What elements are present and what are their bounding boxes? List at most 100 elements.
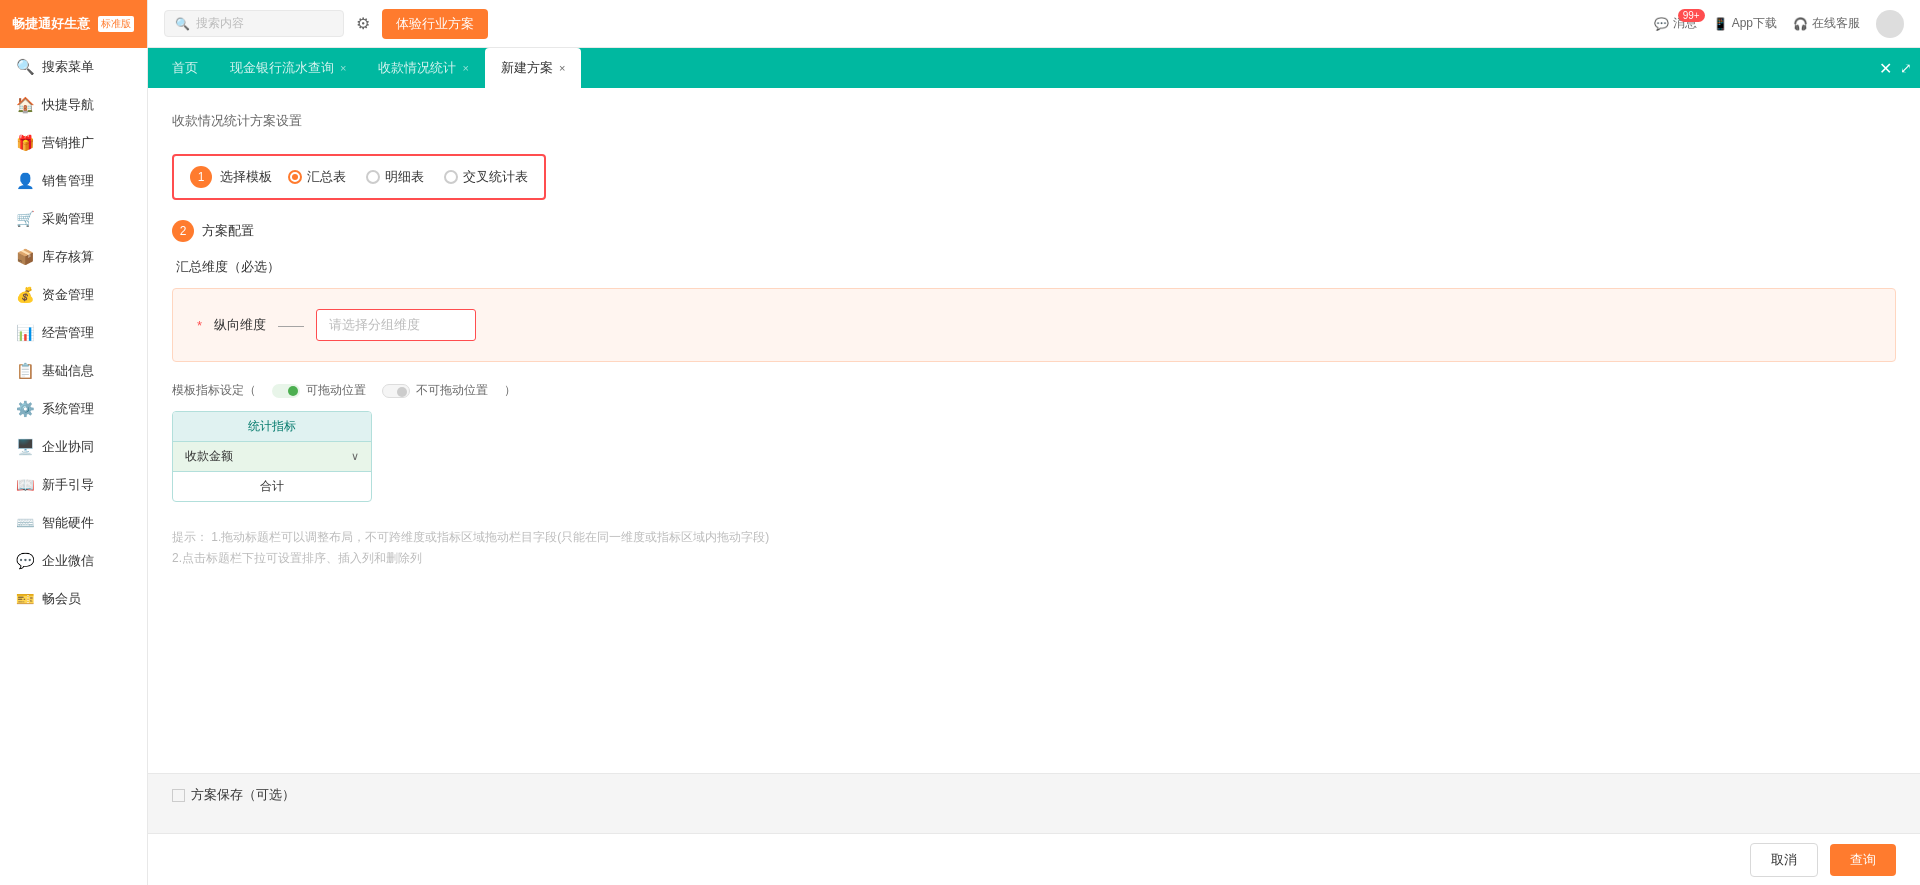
tabbar: 首页现金银行流水查询× 收款情况统计 × 新建方案 × ✕ ⤢ bbox=[148, 48, 1920, 88]
topbar-right: 💬 消息 99+ 📱 App下载 🎧 在线客服 bbox=[1654, 10, 1904, 38]
sidebar-item-inventory[interactable]: 📦 库存核算 bbox=[0, 238, 147, 276]
sidebar-label-wechat: 企业微信 bbox=[42, 552, 94, 570]
close-window-icon[interactable]: ✕ bbox=[1879, 59, 1892, 78]
tabbar-actions: ✕ ⤢ bbox=[1879, 59, 1912, 78]
sidebar-item-purchase[interactable]: 🛒 采购管理 bbox=[0, 200, 147, 238]
sidebar-item-operation[interactable]: 📊 经营管理 bbox=[0, 314, 147, 352]
sidebar-logo: 畅捷通好生意 标准版 bbox=[0, 0, 147, 48]
sidebar-item-smart-hw[interactable]: ⌨️ 智能硬件 bbox=[0, 504, 147, 542]
query-button[interactable]: 查询 bbox=[1830, 844, 1896, 876]
step2-row: 2 方案配置 bbox=[172, 220, 1896, 242]
footer-bar: 取消 查询 bbox=[148, 833, 1920, 885]
sidebar-icon-smart-hw: ⌨️ bbox=[16, 514, 34, 532]
save-checkbox[interactable] bbox=[172, 789, 185, 802]
movable-label: 可拖动位置 bbox=[306, 382, 366, 399]
sidebar-item-marketing[interactable]: 🎁 营销推广 bbox=[0, 124, 147, 162]
dimension-select[interactable]: 请选择分组维度 bbox=[316, 309, 476, 341]
sidebar-item-finance[interactable]: 💰 资金管理 bbox=[0, 276, 147, 314]
sidebar-item-sales[interactable]: 👤 销售管理 bbox=[0, 162, 147, 200]
movable-toggle bbox=[272, 384, 300, 398]
dimension-section-title: 汇总维度（必选） bbox=[172, 258, 1896, 276]
indicator-table: 统计指标 收款金额 ∨ 合计 bbox=[172, 411, 372, 502]
search-box[interactable]: 🔍 搜索内容 bbox=[164, 10, 344, 37]
sidebar-icon-inventory: 📦 bbox=[16, 248, 34, 266]
sidebar-item-quick-nav[interactable]: 🏠 快捷导航 bbox=[0, 86, 147, 124]
save-row: 方案保存（可选） bbox=[148, 773, 1920, 816]
template-radio-group: 汇总表 明细表 交叉统计表 bbox=[288, 168, 528, 186]
search-icon: 🔍 bbox=[175, 17, 190, 31]
tab-home[interactable]: 首页 bbox=[156, 48, 214, 88]
settings-icon[interactable]: ⚙ bbox=[356, 14, 370, 33]
sidebar-icon-quick-nav: 🏠 bbox=[16, 96, 34, 114]
indicator-legend: 模板指标设定（ 可拖动位置 不可拖动位置 ） bbox=[172, 382, 1896, 399]
tab-close-bank-flow[interactable]: × bbox=[340, 62, 346, 74]
sidebar-item-wechat[interactable]: 💬 企业微信 bbox=[0, 542, 147, 580]
tab-bank-flow[interactable]: 现金银行流水查询× bbox=[214, 48, 362, 88]
sidebar-label-smart-hw: 智能硬件 bbox=[42, 514, 94, 532]
sidebar: 畅捷通好生意 标准版 🔍 搜索菜单 🏠 快捷导航 🎁 营销推广 👤 销售管理 🛒… bbox=[0, 0, 148, 885]
sidebar-item-basic-info[interactable]: 📋 基础信息 bbox=[0, 352, 147, 390]
step1-label: 选择模板 bbox=[220, 168, 272, 186]
cancel-button[interactable]: 取消 bbox=[1750, 843, 1818, 877]
step1-num: 1 bbox=[190, 166, 212, 188]
sidebar-label-sales: 销售管理 bbox=[42, 172, 94, 190]
dimension-row: * 纵向维度 —— 请选择分组维度 bbox=[197, 309, 1871, 341]
dimension-field-label: 纵向维度 bbox=[214, 316, 266, 334]
sidebar-icon-sales: 👤 bbox=[16, 172, 34, 190]
radio-label-detail: 明细表 bbox=[385, 168, 424, 186]
page-content: 收款情况统计方案设置 1 选择模板 汇总表 明细表 交叉统计表 2 方案配置 bbox=[148, 88, 1920, 773]
tab-label-new-plan: 新建方案 bbox=[501, 59, 553, 77]
sidebar-item-system[interactable]: ⚙️ 系统管理 bbox=[0, 390, 147, 428]
sidebar-item-newbie[interactable]: 📖 新手引导 bbox=[0, 466, 147, 504]
topbar: 🔍 搜索内容 ⚙ 体验行业方案 💬 消息 99+ 📱 App下载 🎧 在线客服 bbox=[148, 0, 1920, 48]
sidebar-item-member[interactable]: 🎫 畅会员 bbox=[0, 580, 147, 618]
tab-label-payment-stats: 收款情况统计 bbox=[378, 59, 456, 77]
customer-service-btn[interactable]: 🎧 在线客服 bbox=[1793, 15, 1860, 32]
dimension-arrow: —— bbox=[278, 318, 304, 333]
trial-button[interactable]: 体验行业方案 bbox=[382, 9, 488, 39]
radio-summary[interactable]: 汇总表 bbox=[288, 168, 346, 186]
col-header-label: 收款金额 bbox=[185, 448, 233, 465]
sidebar-icon-marketing: 🎁 bbox=[16, 134, 34, 152]
sidebar-icon-member: 🎫 bbox=[16, 590, 34, 608]
dimension-area: * 纵向维度 —— 请选择分组维度 bbox=[172, 288, 1896, 362]
sidebar-icon-wechat: 💬 bbox=[16, 552, 34, 570]
sidebar-item-enterprise[interactable]: 🖥️ 企业协同 bbox=[0, 428, 147, 466]
sidebar-label-marketing: 营销推广 bbox=[42, 134, 94, 152]
radio-cross[interactable]: 交叉统计表 bbox=[444, 168, 528, 186]
message-badge: 99+ bbox=[1678, 9, 1705, 22]
sidebar-label-search-menu: 搜索菜单 bbox=[42, 58, 94, 76]
sidebar-item-search-menu[interactable]: 🔍 搜索菜单 bbox=[0, 48, 147, 86]
logo-text: 畅捷通好生意 bbox=[12, 16, 90, 32]
tab-close-new-plan[interactable]: × bbox=[559, 62, 565, 74]
sidebar-icon-enterprise: 🖥️ bbox=[16, 438, 34, 456]
sidebar-label-operation: 经营管理 bbox=[42, 324, 94, 342]
sidebar-label-quick-nav: 快捷导航 bbox=[42, 96, 94, 114]
movable-legend: 可拖动位置 bbox=[272, 382, 366, 399]
radio-detail[interactable]: 明细表 bbox=[366, 168, 424, 186]
radio-label-cross: 交叉统计表 bbox=[463, 168, 528, 186]
tip2: 2.点击标题栏下拉可设置排序、插入列和删除列 bbox=[172, 550, 1896, 567]
fixed-toggle bbox=[382, 384, 410, 398]
config-section: 汇总维度（必选） * 纵向维度 —— 请选择分组维度 模板指标设定（ bbox=[172, 258, 1896, 567]
tab-new-plan[interactable]: 新建方案 × bbox=[485, 48, 581, 88]
tab-payment-stats[interactable]: 收款情况统计 × bbox=[362, 48, 484, 88]
tab-close-payment-stats[interactable]: × bbox=[462, 62, 468, 74]
indicator-section-title: 模板指标设定（ bbox=[172, 382, 256, 399]
maximize-icon[interactable]: ⤢ bbox=[1900, 60, 1912, 76]
user-avatar[interactable] bbox=[1876, 10, 1904, 38]
indicator-section-suffix: ） bbox=[504, 382, 516, 399]
headset-icon: 🎧 bbox=[1793, 17, 1808, 31]
step2-label: 方案配置 bbox=[202, 222, 254, 240]
sidebar-label-inventory: 库存核算 bbox=[42, 248, 94, 266]
sidebar-icon-system: ⚙️ bbox=[16, 400, 34, 418]
indicator-col-header[interactable]: 收款金额 ∨ bbox=[173, 442, 371, 472]
tab-label-home: 首页 bbox=[172, 59, 198, 77]
sidebar-icon-basic-info: 📋 bbox=[16, 362, 34, 380]
tips-section: 提示： 1.拖动标题栏可以调整布局，不可跨维度或指标区域拖动栏目字段(只能在同一… bbox=[172, 529, 1896, 567]
sidebar-icon-newbie: 📖 bbox=[16, 476, 34, 494]
app-download-btn[interactable]: 📱 App下载 bbox=[1713, 15, 1777, 32]
sidebar-label-finance: 资金管理 bbox=[42, 286, 94, 304]
indicator-section: 模板指标设定（ 可拖动位置 不可拖动位置 ） 统计指标 bbox=[172, 382, 1896, 505]
message-btn[interactable]: 💬 消息 99+ bbox=[1654, 15, 1697, 32]
